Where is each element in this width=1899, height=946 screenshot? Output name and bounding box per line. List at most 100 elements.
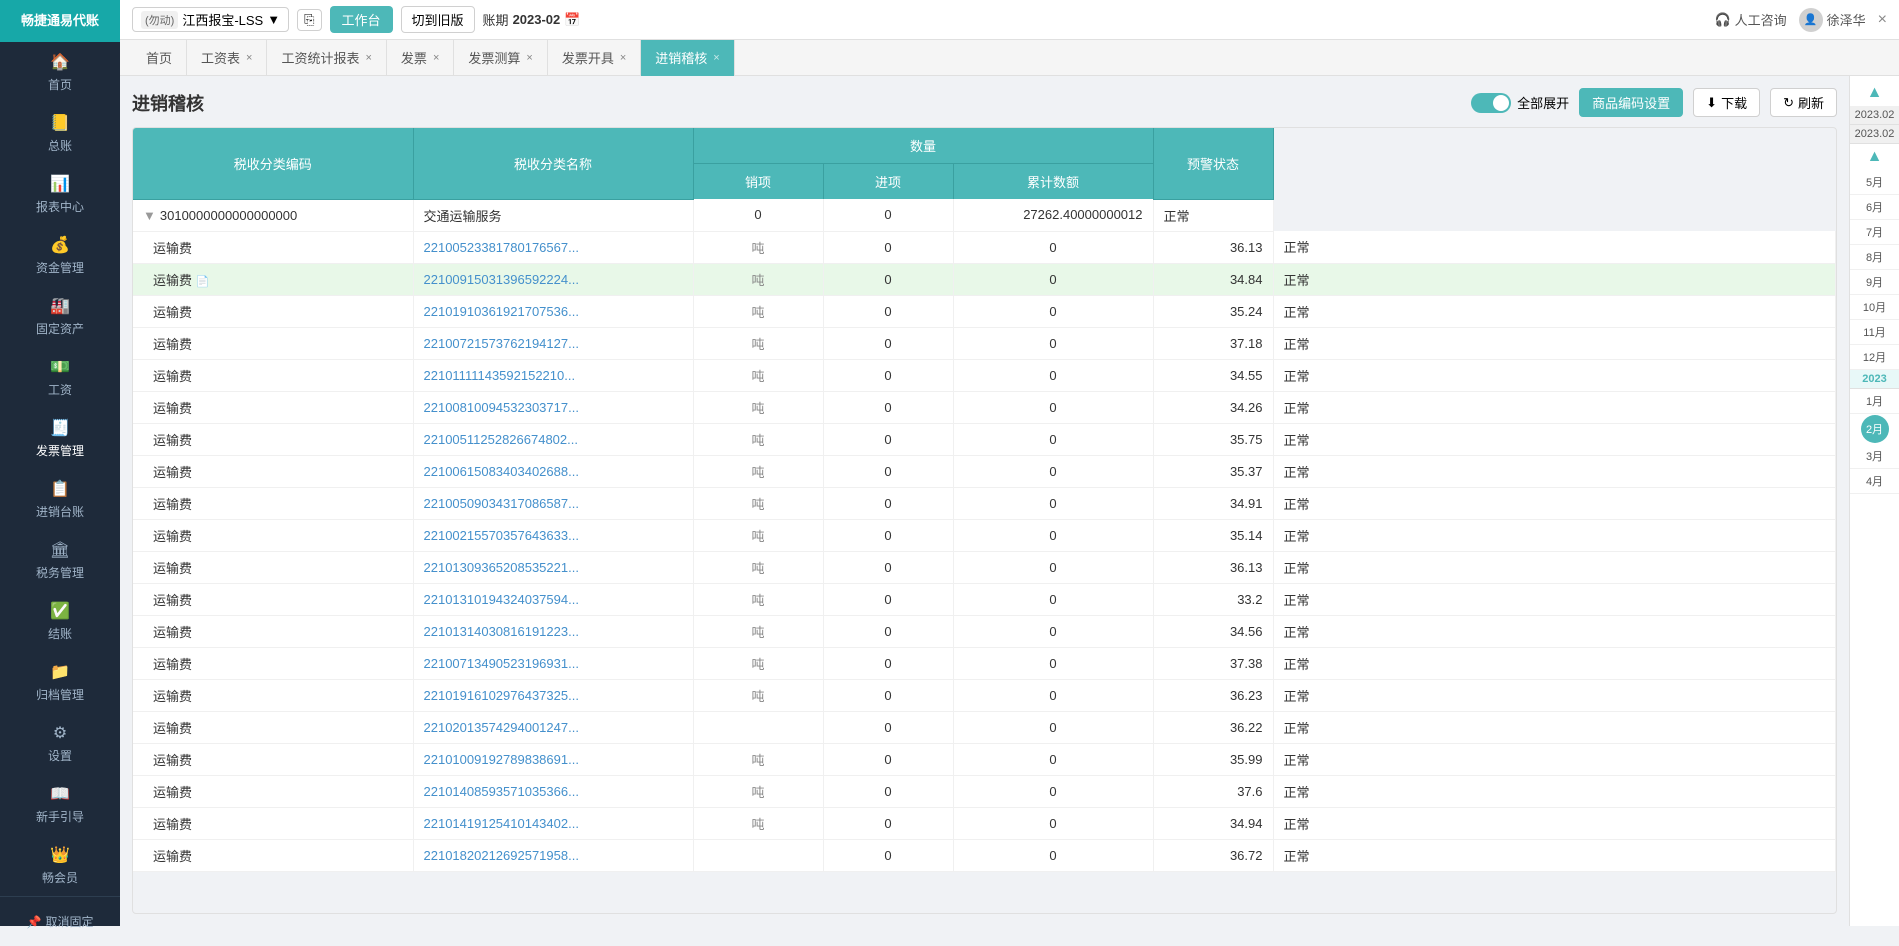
timeline-month-7[interactable]: 7月 [1850, 220, 1899, 245]
table-row[interactable]: 运输费 22101910361921707536... 吨 0 0 35.24 … [133, 295, 1836, 327]
table-row[interactable]: 运输费 22101309365208535221... 吨 0 0 36.13 … [133, 551, 1836, 583]
close-tab-invoice-calc[interactable]: × [526, 52, 532, 64]
sidebar-item-purchase[interactable]: 📋 进销台账 [0, 469, 120, 530]
workbench-button[interactable]: 工作台 [330, 6, 393, 33]
sidebar-item-salary[interactable]: 💵 工资 [0, 347, 120, 408]
cell-name: 运输费 [133, 487, 413, 519]
settings-button[interactable]: 商品编码设置 [1579, 88, 1683, 117]
sidebar-item-archive[interactable]: 📁 归档管理 [0, 652, 120, 713]
unpin-button[interactable]: 📌 取消固定 [4, 905, 116, 938]
company-selector[interactable]: (勿动) 江西报宝-LSS ▼ [132, 7, 289, 32]
table-row[interactable]: 运输费 22101310194324037594... 吨 0 0 33.2 正… [133, 583, 1836, 615]
timeline-month-10[interactable]: 10月 [1850, 295, 1899, 320]
cell-status: 正常 [1273, 263, 1836, 295]
tab-invoices[interactable]: 发票 × [387, 40, 454, 76]
funds-icon: 💰 [50, 235, 70, 255]
timeline-nav-up[interactable]: ▲ [1850, 80, 1899, 106]
sidebar-item-funds[interactable]: 💰 资金管理 [0, 225, 120, 286]
table-row[interactable]: 运输费 22100511252826674802... 吨 0 0 35.75 … [133, 423, 1836, 455]
copy-button[interactable]: ⎘ [297, 9, 321, 31]
sidebar-item-guide[interactable]: 📖 新手引导 [0, 774, 120, 835]
cell-unit: 吨 [693, 775, 823, 807]
sidebar-item-tax[interactable]: 🏛 税务管理 [0, 530, 120, 591]
close-tab-invoices[interactable]: × [433, 52, 439, 64]
timeline-month-12[interactable]: 12月 [1850, 345, 1899, 370]
sidebar-item-member[interactable]: 👑 畅会员 [0, 835, 120, 896]
table-row[interactable]: 运输费 22101419125410143402... 吨 0 0 34.94 … [133, 807, 1836, 839]
cell-cumulative: 34.91 [1153, 487, 1273, 519]
company-name: 江西报宝-LSS [182, 10, 263, 29]
table-row[interactable]: 运输费 22102013574294001247... 0 0 36.22 正常 [133, 711, 1836, 743]
timeline-nav-up2[interactable]: ▲ [1850, 144, 1899, 170]
refresh-button[interactable]: ↻ 刷新 [1770, 88, 1837, 117]
table-row[interactable]: 运输费 22100810094532303717... 吨 0 0 34.26 … [133, 391, 1836, 423]
table-row[interactable]: 运输费 22100523381780176567... 吨 0 0 36.13 … [133, 231, 1836, 263]
tab-salary-table[interactable]: 工资表 × [187, 40, 267, 76]
timeline-month-1[interactable]: 1月 [1850, 389, 1899, 414]
timeline-month-11[interactable]: 11月 [1850, 320, 1899, 345]
table-row[interactable]: 运输费 22100615083403402688... 吨 0 0 35.37 … [133, 455, 1836, 487]
timeline-month-4[interactable]: 4月 [1850, 469, 1899, 494]
tab-invoice-open[interactable]: 发票开具 × [548, 40, 641, 76]
tab-invoice-calc[interactable]: 发票测算 × [454, 40, 547, 76]
tab-purchase-verify[interactable]: 进销稽核 × [641, 40, 734, 76]
cell-cumulative: 36.72 [1153, 839, 1273, 871]
close-tab-purchase-verify[interactable]: × [713, 52, 719, 64]
table-row[interactable]: 运输费 22101009192789838691... 吨 0 0 35.99 … [133, 743, 1836, 775]
sidebar-item-label: 畅会员 [42, 869, 78, 886]
switch-version-button[interactable]: 切到旧版 [401, 6, 475, 33]
table-row[interactable]: ▼3010000000000000000 交通运输服务 0 0 27262.40… [133, 199, 1836, 231]
close-tab-invoice-open[interactable]: × [620, 52, 626, 64]
table-row[interactable]: 运输费 22101111143592152210... 吨 0 0 34.55 … [133, 359, 1836, 391]
sidebar-item-label: 新手引导 [36, 808, 84, 825]
table-row[interactable]: 运输费 📄 22100915031396592224... 吨 0 0 34.8… [133, 263, 1836, 295]
close-button[interactable]: × [1878, 11, 1887, 29]
user-avatar: 👤 [1799, 8, 1823, 32]
sidebar-item-home[interactable]: 🏠 首页 [0, 42, 120, 103]
table-row[interactable]: 运输费 22101820212692571958... 0 0 36.72 正常 [133, 839, 1836, 871]
close-tab-salary-report[interactable]: × [365, 52, 371, 64]
table-row[interactable]: 运输费 22100713490523196931... 吨 0 0 37.38 … [133, 647, 1836, 679]
cell-sales: 0 [823, 807, 953, 839]
timeline-month-5[interactable]: 5月 [1850, 170, 1899, 195]
tab-home[interactable]: 首页 [132, 40, 187, 76]
toggle-switch[interactable] [1471, 93, 1511, 113]
cell-name: 运输费 [133, 551, 413, 583]
sidebar-item-closing[interactable]: ✅ 结账 [0, 591, 120, 652]
tab-salary-report[interactable]: 工资统计报表 × [267, 40, 386, 76]
sidebar-item-ledger[interactable]: 📒 总账 [0, 103, 120, 164]
timeline-month-3[interactable]: 3月 [1850, 444, 1899, 469]
cell-name: 运输费 📄 [133, 263, 413, 295]
top-bar-right: 🎧 人工咨询 👤 徐泽华 × [1714, 8, 1887, 32]
cell-invoice-code: 22100915031396592224... [413, 263, 693, 295]
table-row[interactable]: 运输费 22101408593571035366... 吨 0 0 37.6 正… [133, 775, 1836, 807]
sidebar-item-label: 总账 [48, 137, 72, 154]
table-row[interactable]: 运输费 22101314030816191223... 吨 0 0 34.56 … [133, 615, 1836, 647]
cell-purchase: 0 [953, 839, 1153, 871]
close-tab-salary-table[interactable]: × [246, 52, 252, 64]
table-row[interactable]: 运输费 22100215570357643633... 吨 0 0 35.14 … [133, 519, 1836, 551]
table-row[interactable]: 运输费 22100509034317086587... 吨 0 0 34.91 … [133, 487, 1836, 519]
download-button[interactable]: ⬇ 下载 [1693, 88, 1760, 117]
sidebar-item-settings[interactable]: ⚙ 设置 [0, 713, 120, 774]
calendar-icon[interactable]: 📅 [564, 12, 580, 28]
sidebar-item-reports[interactable]: 📊 报表中心 [0, 164, 120, 225]
timeline-month-8[interactable]: 8月 [1850, 245, 1899, 270]
cell-name: 运输费 [133, 455, 413, 487]
timeline-month-9[interactable]: 9月 [1850, 270, 1899, 295]
timeline-year-2022b: 2023.02 [1850, 125, 1899, 144]
sidebar-item-invoices[interactable]: 🧾 发票管理 [0, 408, 120, 469]
cell-name: 运输费 [133, 583, 413, 615]
sidebar-bottom: 📌 取消固定 [0, 896, 120, 946]
expand-toggle[interactable]: 全部展开 [1471, 93, 1569, 113]
sidebar-item-assets[interactable]: 🏭 固定资产 [0, 286, 120, 347]
support-button[interactable]: 🎧 人工咨询 [1714, 10, 1786, 29]
table-row[interactable]: 运输费 22100721573762194127... 吨 0 0 37.18 … [133, 327, 1836, 359]
cell-cumulative: 34.56 [1153, 615, 1273, 647]
table-row[interactable]: 运输费 22101916102976437325... 吨 0 0 36.23 … [133, 679, 1836, 711]
cell-purchase: 0 [953, 391, 1153, 423]
cell-invoice-code: 22100721573762194127... [413, 327, 693, 359]
user-info[interactable]: 👤 徐泽华 [1799, 8, 1866, 32]
timeline-month-6[interactable]: 6月 [1850, 195, 1899, 220]
timeline-month-2[interactable]: 2月 [1861, 415, 1889, 443]
